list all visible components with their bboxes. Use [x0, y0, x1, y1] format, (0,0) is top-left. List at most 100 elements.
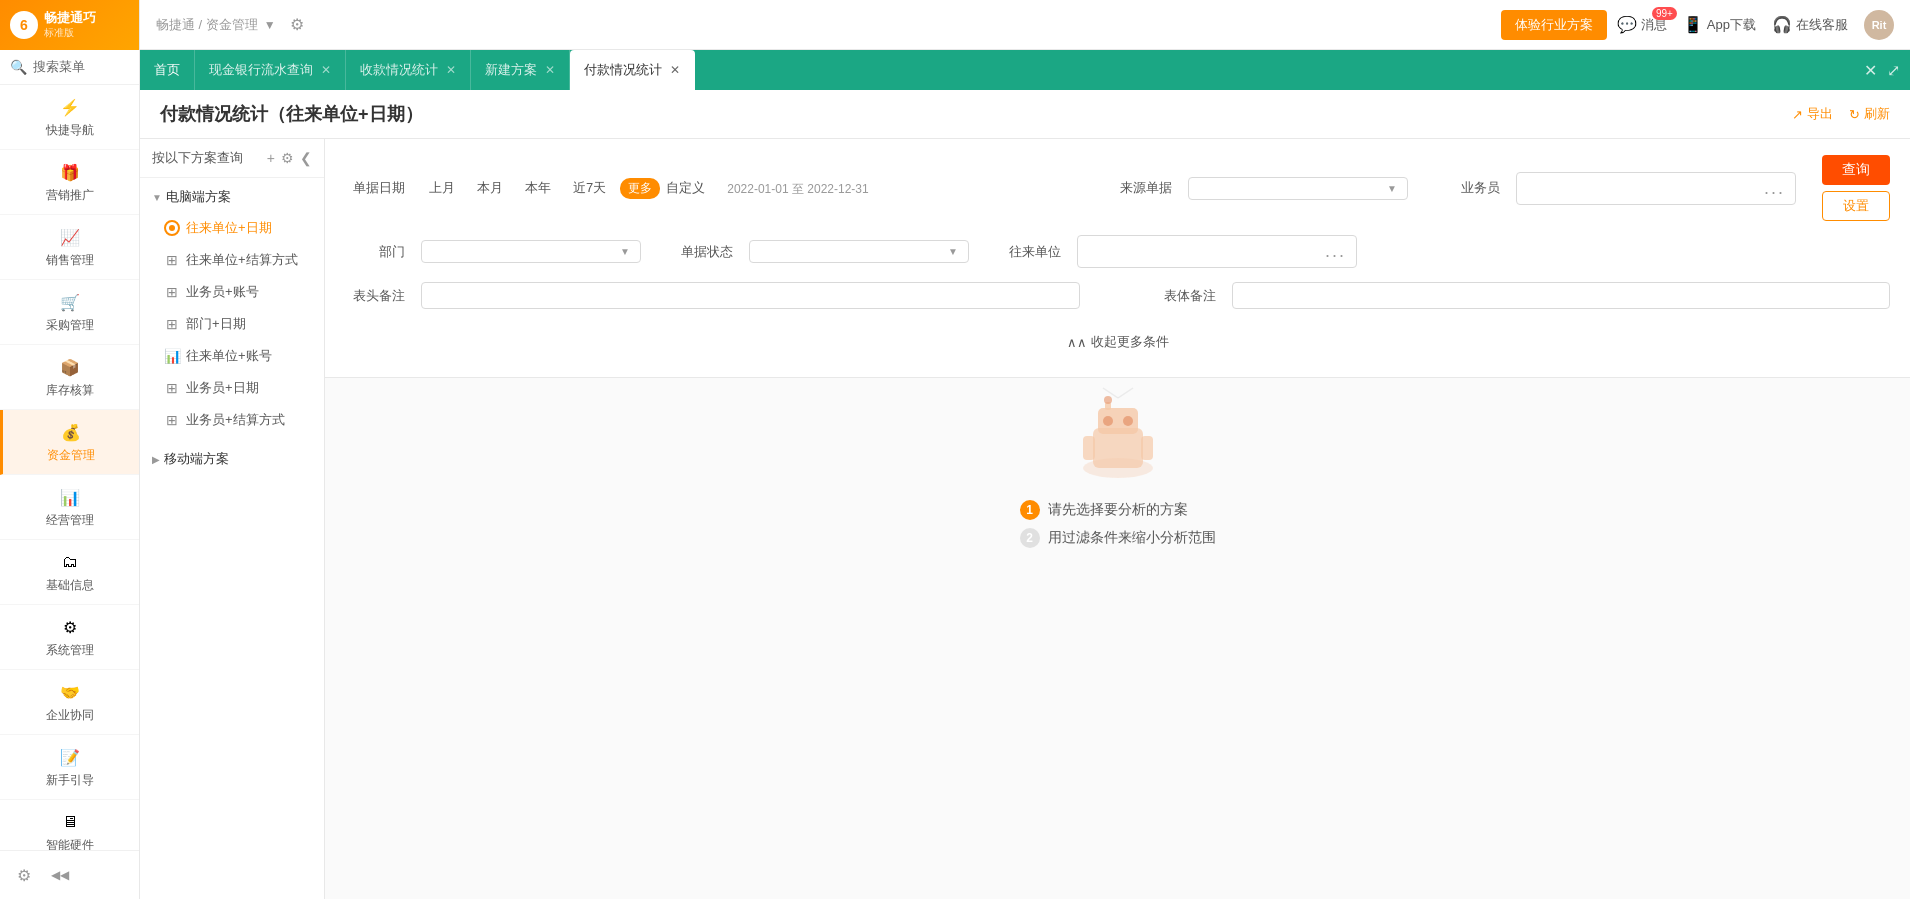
source-select[interactable]: ▼: [1188, 177, 1408, 200]
dept-label: 部门: [345, 243, 405, 261]
scheme-group-desktop: ▼ 电脑端方案 往来单位+日期 ⊞ 往来单位+结算方式 ⊞ 业务员+账号: [140, 178, 324, 440]
sidebar-item-purchase[interactable]: 🛒 采购管理: [0, 280, 139, 345]
date-more-btn[interactable]: 更多: [620, 178, 660, 199]
messages-icon: 💬: [1617, 15, 1637, 34]
sidebar-item-quick-nav[interactable]: ⚡ 快捷导航: [0, 85, 139, 150]
svg-rect-2: [1083, 436, 1095, 460]
marketing-icon: 🎁: [58, 160, 82, 184]
date-custom-btn[interactable]: 自定义: [666, 179, 705, 197]
date-last-month-btn[interactable]: 上月: [421, 176, 463, 200]
search-menu[interactable]: 🔍 搜索菜单: [0, 50, 139, 85]
tab-cashflow[interactable]: 现金银行流水查询 ✕: [195, 50, 346, 90]
scheme-item-dept-date[interactable]: ⊞ 部门+日期: [140, 308, 324, 340]
sidebar-item-marketing[interactable]: 🎁 营销推广: [0, 150, 139, 215]
note-header-input[interactable]: [421, 282, 1080, 309]
staff-select[interactable]: ...: [1516, 172, 1796, 205]
tab-close-all-icon[interactable]: ✕: [1864, 61, 1877, 80]
sidebar-item-system[interactable]: ⚙ 系统管理: [0, 605, 139, 670]
app-download-btn[interactable]: 📱 App下载: [1683, 15, 1756, 34]
partner-select[interactable]: ...: [1077, 235, 1357, 268]
refresh-btn[interactable]: ↻ 刷新: [1849, 105, 1890, 123]
topbar-gear-icon[interactable]: ⚙: [290, 15, 304, 34]
scheme-group-mobile-title[interactable]: ▶ 移动端方案: [140, 444, 324, 474]
scheme-add-btn[interactable]: +: [267, 150, 275, 166]
sidebar-item-finance[interactable]: 💰 资金管理: [0, 410, 139, 475]
service-icon: 🎧: [1772, 15, 1792, 34]
date-label: 单据日期: [345, 179, 405, 197]
tab-receipt-close[interactable]: ✕: [446, 63, 456, 77]
svg-point-8: [1104, 396, 1112, 404]
tab-fullscreen-icon[interactable]: ⤢: [1887, 61, 1900, 80]
svg-line-10: [1118, 388, 1133, 398]
filter-settings-btn[interactable]: 设置: [1822, 191, 1890, 221]
collapse-icon: ∧∧: [1067, 335, 1087, 350]
page-header: 付款情况统计（往来单位+日期） ↗ 导出 ↻ 刷新: [140, 90, 1910, 139]
scheme-group-desktop-title[interactable]: ▼ 电脑端方案: [140, 182, 324, 212]
quick-nav-icon: ⚡: [58, 95, 82, 119]
date-7days-btn[interactable]: 近7天: [565, 176, 614, 200]
hardware-icon: 🖥: [58, 810, 82, 834]
staff-dots-icon[interactable]: ...: [1764, 178, 1785, 199]
sidebar-item-basic[interactable]: 🗂 基础信息: [0, 540, 139, 605]
sidebar-item-sales[interactable]: 📈 销售管理: [0, 215, 139, 280]
page-title: 付款情况统计（往来单位+日期）: [160, 102, 423, 126]
empty-tip-2: 2 用过滤条件来缩小分析范围: [1020, 528, 1216, 548]
tab-home[interactable]: 首页: [140, 50, 195, 90]
user-avatar[interactable]: Rit: [1864, 10, 1894, 40]
scheme-item-table-icon-1: ⊞: [164, 252, 180, 268]
export-btn[interactable]: ↗ 导出: [1792, 105, 1833, 123]
date-range-display: 2022-01-01 至 2022-12-31: [727, 182, 868, 196]
scheme-item-customer-date[interactable]: 往来单位+日期: [140, 212, 324, 244]
sidebar-item-inventory[interactable]: 📦 库存核算: [0, 345, 139, 410]
scheme-item-chart-icon: 📊: [164, 348, 180, 364]
scheme-item-customer-account[interactable]: 📊 往来单位+账号: [140, 340, 324, 372]
corp-icon: 🤝: [58, 680, 82, 704]
dept-select[interactable]: ▼: [421, 240, 641, 263]
svg-point-5: [1103, 416, 1113, 426]
scheme-collapse-btn[interactable]: ❮: [300, 150, 312, 166]
main-area: 畅捷通 / 资金管理 ▼ ⚙ 体验行业方案 💬 99+ 消息 📱 App下载 🎧…: [140, 0, 1910, 899]
doc-status-select[interactable]: ▼: [749, 240, 969, 263]
topbar: 畅捷通 / 资金管理 ▼ ⚙ 体验行业方案 💬 99+ 消息 📱 App下载 🎧…: [140, 0, 1910, 50]
sidebar-item-guide[interactable]: 📝 新手引导: [0, 735, 139, 800]
tab-receipt-stats[interactable]: 收款情况统计 ✕: [346, 50, 471, 90]
scheme-panel-header: 按以下方案查询 + ⚙ ❮: [140, 139, 324, 178]
sidebar-settings-btn[interactable]: ⚙: [10, 861, 38, 889]
tab-new-scheme-close[interactable]: ✕: [545, 63, 555, 77]
tab-new-scheme[interactable]: 新建方案 ✕: [471, 50, 570, 90]
note-body-input[interactable]: [1232, 282, 1891, 309]
system-icon: ⚙: [58, 615, 82, 639]
trial-btn[interactable]: 体验行业方案: [1501, 10, 1607, 40]
sidebar-header: 6 畅捷通巧 标准版: [0, 0, 139, 50]
sidebar-collapse-btn[interactable]: ◀◀: [46, 861, 74, 889]
scheme-item-customer-settle[interactable]: ⊞ 往来单位+结算方式: [140, 244, 324, 276]
query-btn[interactable]: 查询: [1822, 155, 1890, 185]
logo-icon: 6: [10, 11, 38, 39]
app-icon: 📱: [1683, 15, 1703, 34]
tabbar: 首页 现金银行流水查询 ✕ 收款情况统计 ✕ 新建方案 ✕ 付款情况统计 ✕ ✕…: [140, 50, 1910, 90]
breadcrumb-dropdown[interactable]: ▼: [264, 18, 276, 32]
sidebar-item-hardware[interactable]: 🖥 智能硬件: [0, 800, 139, 850]
scheme-item-staff-account[interactable]: ⊞ 业务员+账号: [140, 276, 324, 308]
scheme-item-staff-date[interactable]: ⊞ 业务员+日期: [140, 372, 324, 404]
scheme-panel: 按以下方案查询 + ⚙ ❮ ▼ 电脑端方案 往来单位+日期 ⊞: [140, 139, 325, 899]
scheme-settings-btn[interactable]: ⚙: [281, 150, 294, 166]
online-service-btn[interactable]: 🎧 在线客服: [1772, 15, 1848, 34]
content-area: 按以下方案查询 + ⚙ ❮ ▼ 电脑端方案 往来单位+日期 ⊞: [140, 139, 1910, 899]
scheme-item-staff-settle[interactable]: ⊞ 业务员+结算方式: [140, 404, 324, 436]
filter-row-1: 单据日期 上月 本月 本年 近7天 更多 自定义 2022-01-01 至 20…: [345, 155, 1890, 221]
tab-payment-stats[interactable]: 付款情况统计 ✕: [570, 50, 695, 90]
date-this-year-btn[interactable]: 本年: [517, 176, 559, 200]
data-area: 1 请先选择要分析的方案 2 用过滤条件来缩小分析范围: [325, 378, 1910, 899]
messages-btn[interactable]: 💬 99+ 消息: [1617, 15, 1667, 34]
tab-payment-close[interactable]: ✕: [670, 63, 680, 77]
date-this-month-btn[interactable]: 本月: [469, 176, 511, 200]
sidebar-item-operation[interactable]: 📊 经营管理: [0, 475, 139, 540]
inventory-icon: 📦: [58, 355, 82, 379]
scheme-item-table-icon-4: ⊞: [164, 380, 180, 396]
export-icon: ↗: [1792, 107, 1803, 122]
partner-dots-icon[interactable]: ...: [1325, 241, 1346, 262]
tab-cashflow-close[interactable]: ✕: [321, 63, 331, 77]
collapse-btn[interactable]: ∧∧ 收起更多条件: [345, 323, 1890, 361]
sidebar-item-corp[interactable]: 🤝 企业协同: [0, 670, 139, 735]
